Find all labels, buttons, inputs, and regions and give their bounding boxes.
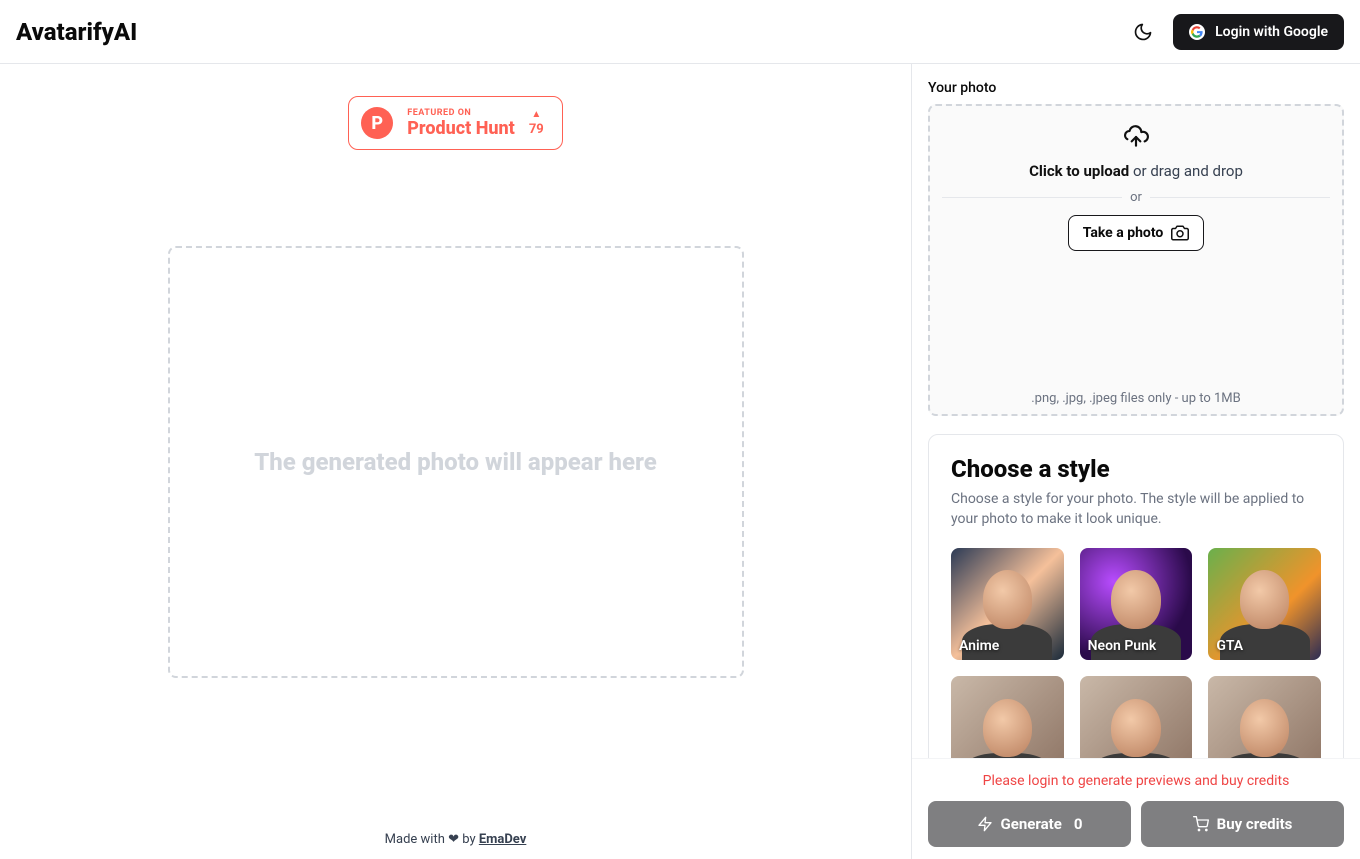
header: AvatarifyAI Login with Google bbox=[0, 0, 1360, 64]
your-photo-label: Your photo bbox=[928, 80, 1344, 96]
style-label: GTA bbox=[1216, 638, 1243, 654]
login-prompt: Please login to generate previews and bu… bbox=[928, 773, 1344, 789]
upload-click-bold: Click to upload bbox=[1029, 162, 1129, 180]
generate-button[interactable]: Generate 0 bbox=[928, 801, 1131, 847]
product-hunt-votes: ▲ 79 bbox=[529, 109, 544, 137]
style-card: Choose a style Choose a style for your p… bbox=[928, 434, 1344, 810]
preview-placeholder-text: The generated photo will appear here bbox=[254, 446, 656, 478]
login-label: Login with Google bbox=[1215, 24, 1328, 40]
google-icon bbox=[1189, 24, 1205, 40]
product-hunt-name: Product Hunt bbox=[407, 118, 515, 139]
product-hunt-badge[interactable]: P FEATURED ON Product Hunt ▲ 79 bbox=[348, 96, 562, 150]
upload-divider: or bbox=[942, 190, 1330, 205]
style-option-neon-punk[interactable]: Neon Punk bbox=[1080, 548, 1193, 661]
buy-credits-button[interactable]: Buy credits bbox=[1141, 801, 1344, 847]
upload-click-rest: or drag and drop bbox=[1129, 162, 1243, 180]
style-title: Choose a style bbox=[951, 455, 1321, 483]
generate-count: 0 bbox=[1074, 815, 1083, 833]
login-google-button[interactable]: Login with Google bbox=[1173, 14, 1344, 50]
buy-credits-label: Buy credits bbox=[1217, 815, 1293, 833]
style-label: Neon Punk bbox=[1088, 638, 1157, 654]
generated-preview-box: The generated photo will appear here bbox=[168, 246, 744, 678]
moon-icon bbox=[1133, 22, 1153, 42]
left-panel: P FEATURED ON Product Hunt ▲ 79 The gene… bbox=[0, 64, 912, 859]
product-hunt-featured: FEATURED ON bbox=[407, 108, 515, 118]
upload-hint: .png, .jpg, .jpeg files only - up to 1MB bbox=[1031, 367, 1241, 406]
take-photo-label: Take a photo bbox=[1083, 225, 1164, 241]
header-right: Login with Google bbox=[1125, 14, 1344, 50]
lightning-icon bbox=[977, 816, 993, 832]
upload-instruction: Click to upload or drag and drop bbox=[1029, 162, 1243, 180]
camera-icon bbox=[1171, 224, 1189, 242]
product-hunt-icon: P bbox=[361, 107, 393, 139]
or-text: or bbox=[1130, 190, 1142, 205]
style-grid: Anime Neon Punk GTA bbox=[951, 548, 1321, 789]
upload-dropzone[interactable]: Click to upload or drag and drop or Take… bbox=[928, 104, 1344, 416]
right-panel: Your photo Click to upload or drag and d… bbox=[912, 64, 1360, 859]
footer: Made with ❤ by EmaDev bbox=[0, 832, 911, 847]
style-option-gta[interactable]: GTA bbox=[1208, 548, 1321, 661]
generate-label: Generate bbox=[1001, 815, 1062, 833]
logo: AvatarifyAI bbox=[16, 18, 137, 46]
footer-author-link[interactable]: EmaDev bbox=[479, 832, 527, 847]
footer-prefix: Made with ❤ by bbox=[385, 832, 479, 847]
bottom-action-bar: Please login to generate previews and bu… bbox=[912, 758, 1360, 859]
style-description: Choose a style for your photo. The style… bbox=[951, 489, 1321, 530]
upvote-icon: ▲ bbox=[531, 109, 541, 120]
style-label: Anime bbox=[959, 638, 999, 654]
cloud-upload-icon bbox=[1123, 124, 1149, 150]
style-option-anime[interactable]: Anime bbox=[951, 548, 1064, 661]
action-row: Generate 0 Buy credits bbox=[928, 801, 1344, 847]
take-photo-button[interactable]: Take a photo bbox=[1068, 215, 1205, 251]
main: P FEATURED ON Product Hunt ▲ 79 The gene… bbox=[0, 64, 1360, 859]
cart-icon bbox=[1193, 816, 1209, 832]
product-hunt-text: FEATURED ON Product Hunt bbox=[407, 108, 515, 139]
product-hunt-count: 79 bbox=[529, 122, 544, 137]
theme-toggle-button[interactable] bbox=[1125, 14, 1161, 50]
